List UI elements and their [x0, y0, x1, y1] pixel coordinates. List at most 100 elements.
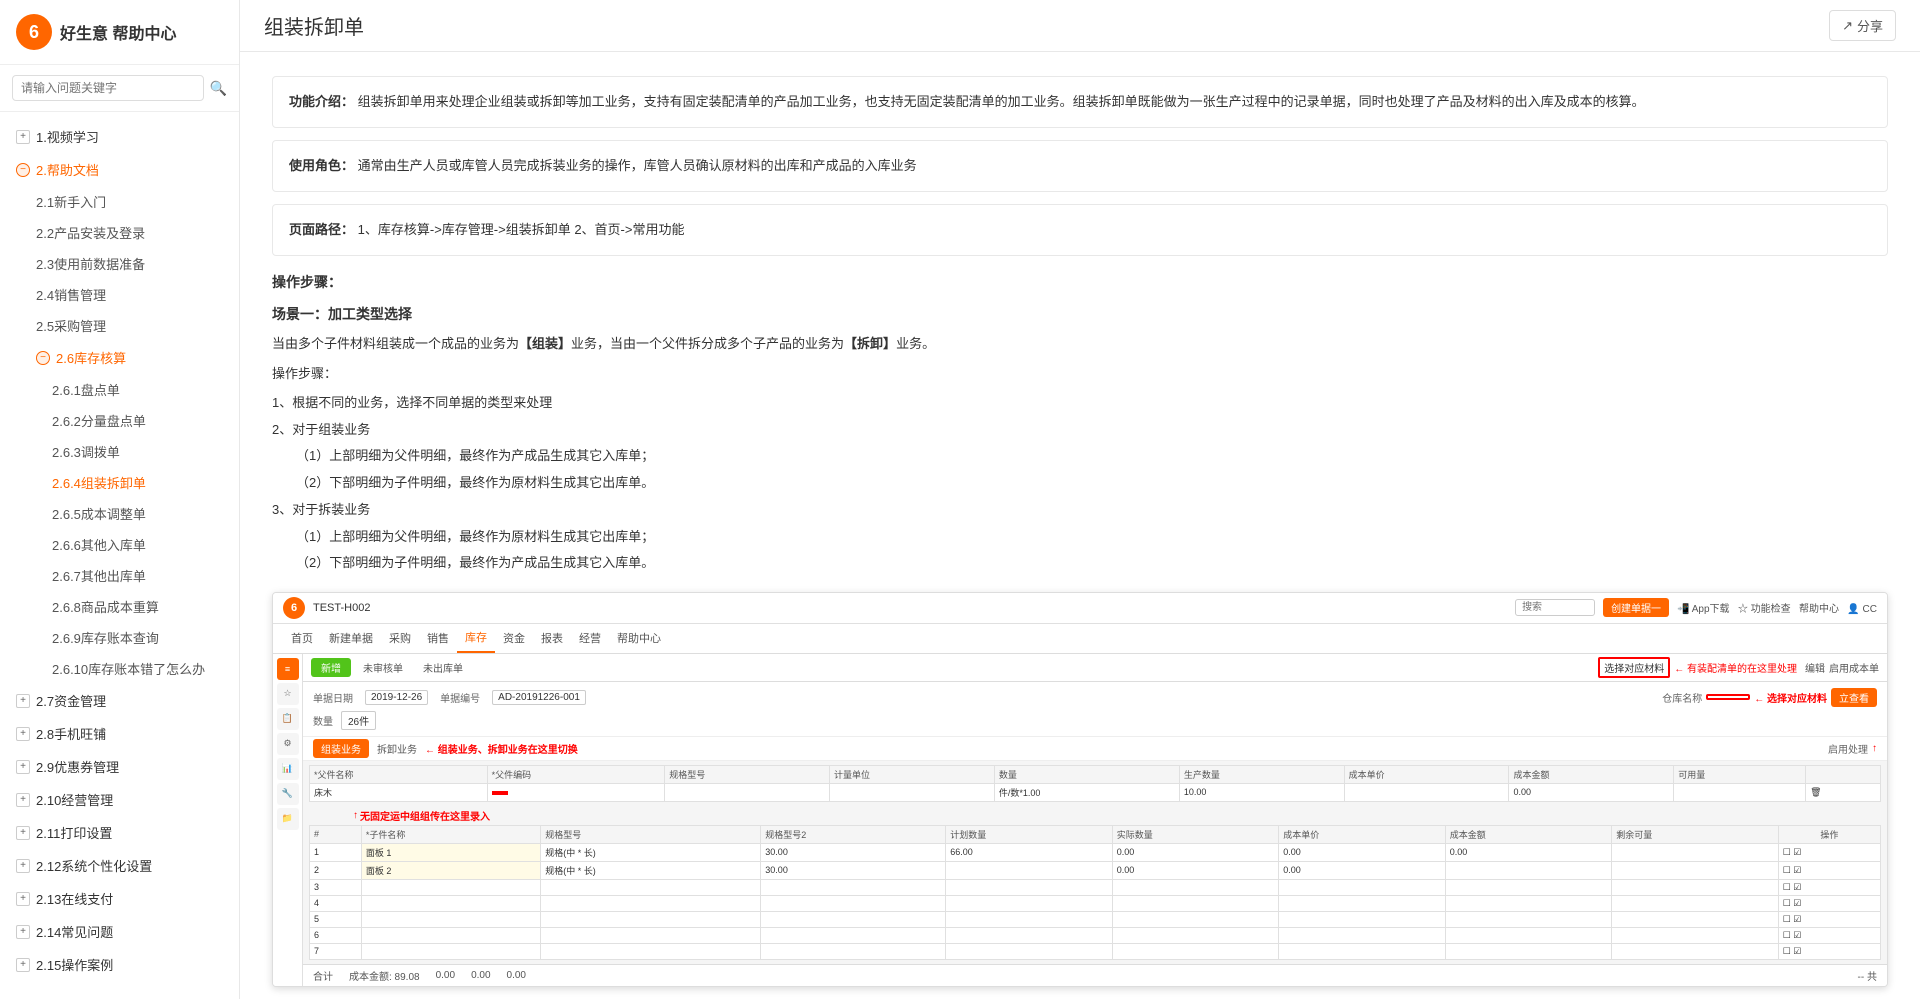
ss-icons-area: 📲 App下载 ☆ 功能检查 帮助中心 👤 CC	[1677, 600, 1877, 615]
td-child-spec2-7	[761, 943, 946, 959]
search-icon[interactable]: 🔍	[210, 80, 227, 97]
ss-sidebar-icon5[interactable]: 📊	[277, 758, 299, 780]
sidebar-item-2-6-1[interactable]: 2.6.1盘点单	[52, 374, 239, 405]
ss-upper-tbody: 床木 件/数*1.00 10.00 0.00	[310, 783, 1881, 801]
td-actual4	[1112, 895, 1278, 911]
td-parent-name1: 床木	[310, 783, 488, 801]
td-child-name5	[361, 911, 540, 927]
sidebar-item-purchase[interactable]: 2.5采购管理	[36, 310, 239, 341]
ss-sidebar-icon6[interactable]: 🔧	[277, 783, 299, 805]
logo-area: 6 好生意 帮助中心	[0, 0, 239, 65]
td-avail1	[1674, 783, 1806, 801]
ss-nav-sales[interactable]: 销售	[419, 623, 457, 653]
ss-warehouse-val[interactable]	[1706, 694, 1750, 700]
sidebar-item-2-6-4[interactable]: 2.6.4组装拆卸单	[52, 467, 239, 498]
sidebar-item-2-6-9[interactable]: 2.6.9库存账本查询	[52, 622, 239, 653]
td-ops5: ☐ ☑	[1778, 911, 1880, 927]
sidebar-item-install[interactable]: 2.2产品安装及登录	[36, 217, 239, 248]
ss-sidebar-icon4[interactable]: ⚙	[277, 733, 299, 755]
ss-enable-area: 启用处理 ↑	[1828, 741, 1877, 756]
sidebar-item-ops[interactable]: + 2.10经营管理	[0, 783, 239, 816]
ss-footer-summary: 合计 成本金额: 89.08 0.00 0.00 0.00 -- 共	[303, 964, 1887, 986]
th-child-name: *子件名称	[361, 825, 540, 843]
sidebar-item-sales[interactable]: 2.4销售管理	[36, 279, 239, 310]
ss-tab-new[interactable]: 新增	[311, 658, 351, 677]
scene1-title: 场景一：加工类型选择	[272, 304, 1888, 324]
ss-new-btn[interactable]: 创建单据一	[1603, 598, 1669, 617]
ss-search[interactable]	[1515, 599, 1595, 616]
share-icon: ↗	[1842, 18, 1853, 34]
sidebar-item-2-6-3[interactable]: 2.6.3调拨单	[52, 436, 239, 467]
ss-tab-actions: 选择对应材料 ← 有装配清单的在这里处理 编辑 启用成本单	[1598, 657, 1879, 678]
ss-date-val[interactable]: 2019-12-26	[365, 690, 428, 705]
ss-nav-purchase[interactable]: 采购	[381, 623, 419, 653]
ss-tab-unout[interactable]: 未出库单	[415, 660, 471, 675]
td-child-spec1-4	[541, 895, 761, 911]
sidebar-item-video[interactable]: + 1.视频学习	[0, 120, 239, 153]
sidebar-item-faq[interactable]: + 2.14常见问题	[0, 915, 239, 948]
ss-tab-draft[interactable]: 未审核单	[355, 660, 411, 675]
sidebar-item-label-video: 1.视频学习	[36, 127, 99, 146]
td-child-ca7	[1445, 943, 1611, 959]
ss-nav-home[interactable]: 首页	[283, 623, 321, 653]
sidebar-item-2-6-6[interactable]: 2.6.6其他入库单	[52, 529, 239, 560]
td-prodqty1: 10.00	[1179, 783, 1344, 801]
ss-lower-thead: # *子件名称 规格型号 规格型号2 计划数量 实际数量 成本单价 成本金额 剩…	[310, 825, 1881, 843]
ss-sidebar-icon1[interactable]: ≡	[277, 658, 299, 680]
ss-lower-row4: 4 ☐ ☑	[310, 895, 1881, 911]
sidebar-item-data-prep[interactable]: 2.3使用前数据准备	[36, 248, 239, 279]
sidebar-item-inventory[interactable]: − 2.6库存核算	[36, 341, 239, 374]
ss-confirm-btn[interactable]: 立查看	[1831, 688, 1877, 707]
td-child-spec1-3	[541, 879, 761, 895]
ss-disassemble-tab[interactable]: 拆卸业务	[377, 741, 417, 756]
sidebar-item-print[interactable]: + 2.11打印设置	[0, 816, 239, 849]
ss-sidebar-icon2[interactable]: ☆	[277, 683, 299, 705]
td-child-cu2: 0.00	[1279, 861, 1445, 879]
td-child-no2: 2	[310, 861, 362, 879]
page-path-block: 页面路径： 1、库存核算->库存管理->组装拆卸单 2、首页->常用功能	[272, 204, 1888, 256]
ss-edit-btn[interactable]: 编辑	[1805, 660, 1825, 675]
ss-nav-funds[interactable]: 资金	[495, 623, 533, 653]
sidebar-item-2-6-7[interactable]: 2.6.7其他出库单	[52, 560, 239, 591]
td-ops7: ☐ ☑	[1778, 943, 1880, 959]
ss-sidebar-icon3[interactable]: 📋	[277, 708, 299, 730]
ss-more-btn[interactable]: 启用成本单	[1829, 660, 1879, 675]
ss-footer-right: -- 共	[1858, 968, 1877, 983]
sidebar-item-2-6-5[interactable]: 2.6.5成本调整单	[52, 498, 239, 529]
td-child-spec2-3	[761, 879, 946, 895]
expand-icon-mobile: +	[16, 727, 30, 741]
sidebar-item-system[interactable]: + 2.12系统个性化设置	[0, 849, 239, 882]
sidebar-item-2-6-10[interactable]: 2.6.10库存账本错了怎么办	[52, 653, 239, 684]
sidebar-item-2-6-2[interactable]: 2.6.2分量盘点单	[52, 405, 239, 436]
ss-nav-new[interactable]: 新建单据	[321, 623, 381, 653]
sidebar-item-new-user[interactable]: 2.1新手入门	[36, 186, 239, 217]
sidebar-item-coupon[interactable]: + 2.9优惠券管理	[0, 750, 239, 783]
logo-text: 好生意 帮助中心	[60, 20, 176, 44]
ss-nav-inventory[interactable]: 库存	[457, 623, 495, 653]
sidebar-item-mobile[interactable]: + 2.8手机旺铺	[0, 717, 239, 750]
ss-sidebar-icon7[interactable]: 📁	[277, 808, 299, 830]
ss-nav-ops[interactable]: 经营	[571, 623, 609, 653]
ss-assemble-tab[interactable]: 组装业务	[313, 739, 369, 758]
th-remain: 剩余可量	[1612, 825, 1778, 843]
search-input[interactable]	[12, 75, 204, 101]
ss-nav-report[interactable]: 报表	[533, 623, 571, 653]
logo-icon: 6	[16, 14, 52, 50]
sidebar-item-2-6-8[interactable]: 2.6.8商品成本重算	[52, 591, 239, 622]
td-child-spec1-5	[541, 911, 761, 927]
sidebar-item-label-mobile: 2.8手机旺铺	[36, 724, 106, 743]
sidebar-item-cases[interactable]: + 2.15操作案例	[0, 948, 239, 981]
ss-formset-btn[interactable]: 选择对应材料	[1598, 657, 1670, 678]
sidebar-item-online-pay[interactable]: + 2.13在线支付	[0, 882, 239, 915]
th-cost-unit: 成本单价	[1344, 765, 1509, 783]
sidebar-item-docs[interactable]: − 2.帮助文档	[0, 153, 239, 186]
share-button[interactable]: ↗ 分享	[1829, 10, 1896, 41]
td-child-cu7	[1279, 943, 1445, 959]
search-area[interactable]: 🔍	[0, 65, 239, 112]
expand-icon-faq: +	[16, 925, 30, 939]
ss-nav-help[interactable]: 帮助中心	[609, 623, 669, 653]
td-child-spec1-1: 规格(中 * 长)	[541, 843, 761, 861]
sidebar-item-funds[interactable]: + 2.7资金管理	[0, 684, 239, 717]
ss-footer-cost: 成本金额: 89.08	[349, 968, 420, 983]
expand-icon-system: +	[16, 859, 30, 873]
